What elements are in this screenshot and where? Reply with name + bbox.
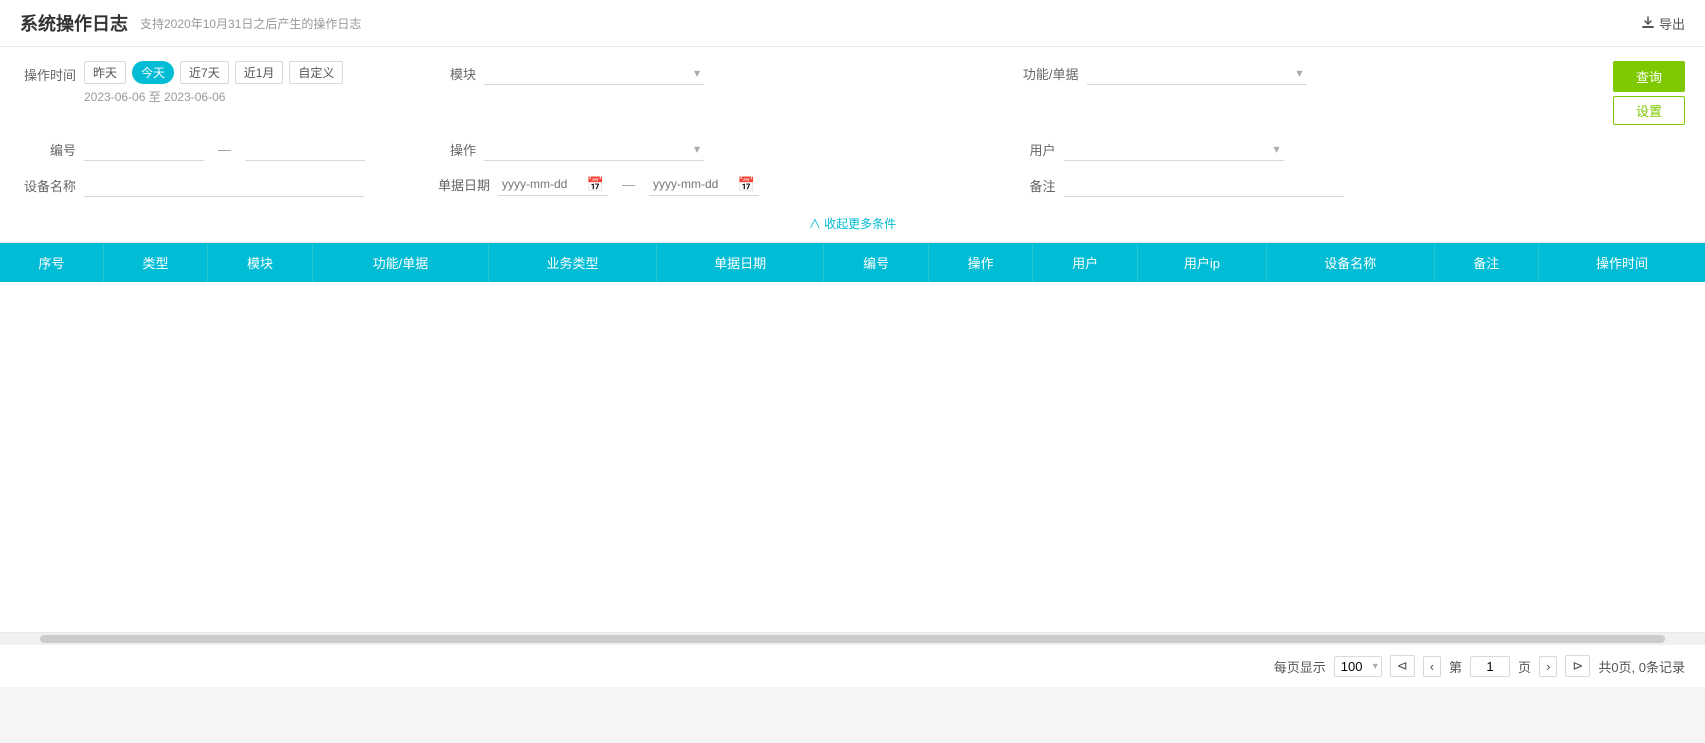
time-btn-today[interactable]: 今天 xyxy=(132,61,174,84)
data-table: 序号 类型 模块 功能/单据 业务类型 单据日期 编号 操作 用户 用户ip 设… xyxy=(0,243,1705,282)
voucher-date-filter: 单据日期 📅 — 📅 xyxy=(420,173,1000,196)
col-module: 模块 xyxy=(208,243,312,282)
filter-row-1: 操作时间 昨天 今天 近7天 近1月 自定义 2023-06-06 至 2023… xyxy=(20,61,1685,125)
date-dash: — xyxy=(616,177,641,192)
col-code: 编号 xyxy=(824,243,928,282)
page-unit: 页 xyxy=(1518,657,1531,676)
func-select[interactable] xyxy=(1087,61,1307,85)
time-range-text: 2023-06-06 至 2023-06-06 xyxy=(84,88,343,105)
empty-area xyxy=(0,282,1705,632)
time-filters-group: 昨天 今天 近7天 近1月 自定义 2023-06-06 至 2023-06-0… xyxy=(84,61,343,105)
col-func: 功能/单据 xyxy=(312,243,488,282)
col-user: 用户 xyxy=(1033,243,1137,282)
page-label: 第 xyxy=(1449,657,1462,676)
user-filter: 用户 ▾ xyxy=(1000,137,1580,161)
filter-area: 操作时间 昨天 今天 近7天 近1月 自定义 2023-06-06 至 2023… xyxy=(0,47,1705,243)
page-subtitle: 支持2020年10月31日之后产生的操作日志 xyxy=(140,15,361,32)
action-buttons: 查询 设置 xyxy=(1613,61,1685,125)
voucher-date-label: 单据日期 xyxy=(420,175,490,194)
operation-label: 操作 xyxy=(420,140,476,159)
table-head: 序号 类型 模块 功能/单据 业务类型 单据日期 编号 操作 用户 用户ip 设… xyxy=(0,243,1705,282)
page-title: 系统操作日志 xyxy=(20,10,128,36)
collapse-label: 收起更多条件 xyxy=(824,217,896,231)
scrollbar-thumb[interactable] xyxy=(40,635,1665,643)
func-select-wrapper: ▾ xyxy=(1087,61,1307,85)
time-buttons: 昨天 今天 近7天 近1月 自定义 xyxy=(84,61,343,84)
remark-filter: 备注 xyxy=(1000,173,1580,197)
next-page-button[interactable]: › xyxy=(1539,656,1557,677)
operation-select-wrapper: ▾ xyxy=(484,137,704,161)
prev-page-button[interactable]: ‹ xyxy=(1423,656,1441,677)
page-size-wrapper: 100 50 200 ▾ xyxy=(1334,656,1382,677)
func-label: 功能/单据 xyxy=(1009,64,1079,83)
operation-select[interactable] xyxy=(484,137,704,161)
filter-row-2: 编号 — 操作 ▾ 用户 ▾ xyxy=(20,137,1685,161)
module-select-wrapper: ▾ xyxy=(484,61,704,85)
table-container: 序号 类型 模块 功能/单据 业务类型 单据日期 编号 操作 用户 用户ip 设… xyxy=(0,243,1705,632)
time-label: 操作时间 xyxy=(20,65,76,84)
export-button[interactable]: 导出 xyxy=(1641,14,1685,33)
user-select[interactable] xyxy=(1064,137,1284,161)
code-filter: 编号 — xyxy=(20,137,420,161)
module-label: 模块 xyxy=(420,64,476,83)
col-seq: 序号 xyxy=(0,243,103,282)
page-size-select[interactable]: 100 50 200 xyxy=(1334,656,1382,677)
page-size-label: 每页显示 xyxy=(1274,657,1326,676)
col-user-ip: 用户ip xyxy=(1137,243,1266,282)
total-info: 共0页, 0条记录 xyxy=(1598,657,1685,676)
code-input-from[interactable] xyxy=(84,137,204,161)
filter-row-3: 设备名称 单据日期 📅 — 📅 备注 xyxy=(20,173,1685,197)
code-label: 编号 xyxy=(20,140,76,159)
device-filter: 设备名称 xyxy=(20,173,420,197)
date-to-wrapper: 📅 xyxy=(649,173,759,196)
operation-filter: 操作 ▾ xyxy=(420,137,1000,161)
module-filter: 模块 ▾ xyxy=(420,61,1009,85)
device-label: 设备名称 xyxy=(20,176,76,195)
time-btn-7days[interactable]: 近7天 xyxy=(180,61,229,84)
date-from-input[interactable] xyxy=(498,173,608,196)
settings-button[interactable]: 设置 xyxy=(1613,96,1685,125)
code-input-to[interactable] xyxy=(245,137,365,161)
collapse-bar[interactable]: ∧ 收起更多条件 xyxy=(20,209,1685,234)
date-to-input[interactable] xyxy=(649,173,759,196)
time-btn-custom[interactable]: 自定义 xyxy=(289,61,343,84)
query-button[interactable]: 查询 xyxy=(1613,61,1685,92)
col-type: 类型 xyxy=(103,243,207,282)
col-biz-type: 业务类型 xyxy=(489,243,657,282)
module-select[interactable] xyxy=(484,61,704,85)
remark-label: 备注 xyxy=(1000,176,1056,195)
pagination-bar: 每页显示 100 50 200 ▾ ⊲ ‹ 第 页 › ⊳ 共0页, 0条记录 xyxy=(0,644,1705,687)
time-filter: 操作时间 昨天 今天 近7天 近1月 自定义 2023-06-06 至 2023… xyxy=(20,61,420,105)
func-filter: 功能/单据 ▾ xyxy=(1009,61,1598,85)
last-page-button[interactable]: ⊳ xyxy=(1565,655,1590,677)
remark-input[interactable] xyxy=(1064,173,1344,197)
page-input[interactable] xyxy=(1470,656,1510,677)
first-page-button[interactable]: ⊲ xyxy=(1390,655,1415,677)
table-header-row: 序号 类型 模块 功能/单据 业务类型 单据日期 编号 操作 用户 用户ip 设… xyxy=(0,243,1705,282)
col-remark: 备注 xyxy=(1434,243,1538,282)
col-operation: 操作 xyxy=(928,243,1032,282)
export-icon xyxy=(1641,16,1655,30)
device-input[interactable] xyxy=(84,173,364,197)
col-device: 设备名称 xyxy=(1266,243,1434,282)
time-btn-1month[interactable]: 近1月 xyxy=(235,61,284,84)
collapse-icon: ∧ xyxy=(809,217,821,231)
page-header: 系统操作日志 支持2020年10月31日之后产生的操作日志 导出 xyxy=(0,0,1705,47)
date-from-wrapper: 📅 xyxy=(498,173,608,196)
user-label: 用户 xyxy=(1000,140,1056,159)
scrollbar-area[interactable] xyxy=(0,632,1705,644)
col-voucher-date: 单据日期 xyxy=(656,243,824,282)
header-left: 系统操作日志 支持2020年10月31日之后产生的操作日志 xyxy=(20,10,361,36)
code-dash: — xyxy=(212,142,237,157)
user-select-wrapper: ▾ xyxy=(1064,137,1284,161)
col-op-time: 操作时间 xyxy=(1539,243,1705,282)
time-btn-yesterday[interactable]: 昨天 xyxy=(84,61,126,84)
